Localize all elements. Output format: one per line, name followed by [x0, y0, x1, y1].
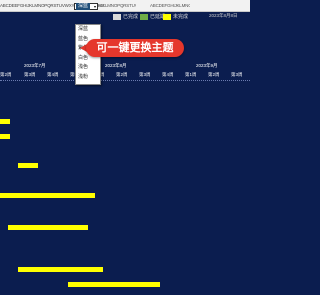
- gantt-bar: [67, 282, 160, 287]
- header-divider: [0, 80, 250, 82]
- theme-option[interactable]: 浅色: [76, 63, 100, 73]
- theme-option[interactable]: 深蓝: [76, 25, 100, 35]
- legend-swatch-incomplete: [163, 13, 171, 20]
- gantt-bar: [0, 119, 10, 124]
- week-label: 第4周: [162, 72, 174, 77]
- month-label: 2023年8月: [105, 63, 127, 68]
- month-label: 2023年7月: [24, 63, 46, 68]
- week-label: 第3周: [139, 72, 151, 77]
- column-ruler-c: ABCDEFGHIJKLMNOPQRSTUVWXYZ: [150, 3, 190, 8]
- theme-select[interactable]: 深蓝 ▾: [74, 3, 98, 10]
- column-ruler-b: HIJKLMNOPQRSTUVWXYZ: [96, 3, 136, 8]
- gantt-bar: [17, 267, 103, 272]
- legend-completed: 已完成: [113, 13, 138, 20]
- week-label: 第1周: [185, 72, 197, 77]
- time-info: 2023年8月8日: [209, 13, 238, 18]
- week-label: 第2周: [208, 72, 220, 77]
- theme-select-value: 深蓝: [76, 3, 91, 10]
- legend-label-incomplete: 未完成: [173, 14, 189, 20]
- week-label: 第3周: [231, 72, 243, 77]
- top-toolbar: ABCDEEFGHIJKLMNOPQRSTUVWXYZ ABCDEFGHIJ H…: [0, 0, 250, 12]
- week-label: 第3周: [24, 72, 36, 77]
- week-label: 第2周: [0, 72, 12, 77]
- week-label: 第4周: [47, 72, 59, 77]
- month-label: 2023年9月: [196, 63, 218, 68]
- gantt-bar: [0, 193, 95, 198]
- legend-label-completed: 已完成: [123, 14, 139, 20]
- gantt-bar: [17, 163, 38, 168]
- legend-swatch-delayed: [140, 13, 148, 20]
- week-label: 第2周: [116, 72, 128, 77]
- legend-swatch-completed: [113, 13, 121, 20]
- gantt-bar: [7, 225, 88, 230]
- legend-delayed: 已延期: [140, 13, 165, 20]
- legend-incomplete: 未完成: [163, 13, 188, 20]
- theme-option[interactable]: 浅粉: [76, 73, 100, 83]
- theme-callout: 可一键更换主题: [86, 39, 184, 57]
- gantt-bar: [0, 134, 10, 139]
- chevron-down-icon[interactable]: ▾: [94, 3, 97, 10]
